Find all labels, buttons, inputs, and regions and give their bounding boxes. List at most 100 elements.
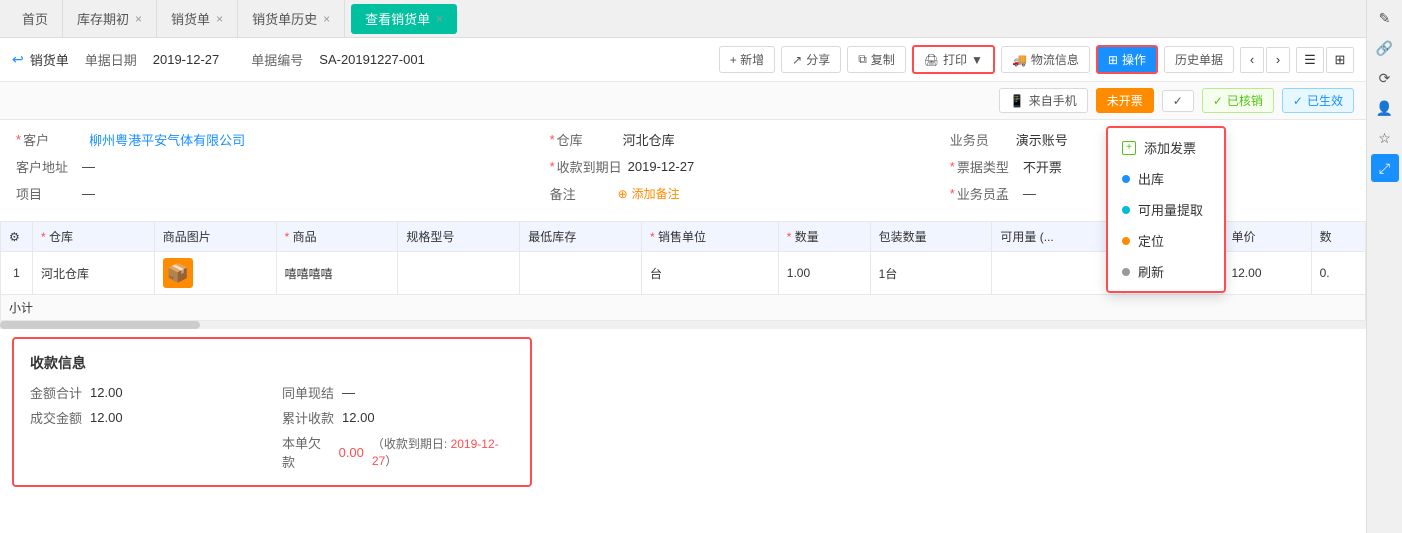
same-order-settle-label: 同单现结 [282,383,334,402]
sidebar-star-button[interactable]: ☆ [1371,124,1399,152]
history-button[interactable]: 历史单据 [1164,46,1234,73]
row-quantity: 1.00 [778,252,870,295]
subtotal-row: 小计 [1,295,1366,321]
col-min-stock: 最低库存 [520,222,642,252]
out-warehouse-label: 出库 [1138,169,1164,188]
secondary-toolbar: 📱 来自手机 未开票 ✓ ✓ 已核销 ✓ 已生效 [0,82,1366,120]
operations-button[interactable]: ⊞ 操作 [1096,45,1158,74]
doc-type-icon: ↩ [12,51,24,68]
col-warehouse: * 仓库 [33,222,155,252]
row-amount: 0. [1311,252,1365,295]
print-dropdown-arrow: ▼ [971,53,983,67]
check-circle-icon2: ✓ [1293,94,1303,108]
toolbar: ↩ 销货单 单据日期 2019-12-27 单据编号 SA-20191227-0… [0,38,1366,82]
share-icon: ↗ [792,53,802,67]
tab-inventory-close[interactable]: × [135,12,142,26]
row-product: 嘻嘻嘻嘻 [276,252,398,295]
row-min-stock [520,252,642,295]
summary-title: 收款信息 [30,353,514,373]
new-button[interactable]: + 新增 [719,46,775,73]
order-owed-row: 本单欠款 0.00 （收款到期日: 2019-12-27） [282,433,514,471]
check-button[interactable]: ✓ [1162,90,1194,112]
warehouse-value: 河北仓库 [623,130,675,149]
number-value: SA-20191227-001 [319,52,425,67]
share-button[interactable]: ↗ 分享 [781,46,841,73]
out-warehouse-item[interactable]: 出库 [1108,163,1224,194]
add-invoice-item[interactable]: + 添加发票 [1108,132,1224,163]
row-warehouse: 河北仓库 [33,252,155,295]
operations-dropdown: + 添加发票 出库 可用量提取 定位 刷新 [1106,126,1226,293]
right-sidebar: ✎ 🔗 ⟳ 👤 ☆ ⤢ [1366,0,1402,533]
doc-type: ↩ 销货单 [12,50,69,69]
plus-icon: ⊕ [618,187,628,201]
order-owed-label: 本单欠款 [282,433,331,471]
row-unit-price: 12.00 [1223,252,1311,295]
address-value: — [82,159,95,174]
subtotal-label: 小计 [9,301,33,315]
tab-view-sales-close[interactable]: × [436,12,443,26]
required-star: * [16,132,21,147]
customer-field: * 客户 柳州粤港平安气体有限公司 [16,130,550,149]
list-view-button[interactable]: ☰ [1296,47,1324,73]
product-image: 📦 [163,258,193,288]
sidebar-sync-button[interactable]: ⟳ [1371,64,1399,92]
deal-amount-row: 成交金额 12.00 [30,408,262,427]
deal-amount-value: 12.00 [90,410,123,425]
prev-arrow[interactable]: ‹ [1240,47,1264,73]
col-spec: 规格型号 [398,222,520,252]
available-qty-item[interactable]: 可用量提取 [1108,194,1224,225]
not-open-button[interactable]: 未开票 [1096,88,1154,113]
add-remark-button[interactable]: ⊕ 添加备注 [618,185,680,202]
sold-badge: ✓ 已核销 [1202,88,1274,113]
sidebar-link-button[interactable]: 🔗 [1371,34,1399,62]
tab-bar: 首页 库存期初 × 销货单 × 销货单历史 × 查看销货单 × × [0,0,1402,38]
refresh-icon [1122,268,1130,276]
address-field: 客户地址 — [16,157,550,176]
amount-total-value: 12.00 [90,385,123,400]
refresh-item[interactable]: 刷新 [1108,256,1224,287]
cumulative-payment-value: 12.00 [342,410,375,425]
copy-button[interactable]: ⧉ 复制 [847,46,906,73]
tab-sales-order-close[interactable]: × [216,12,223,26]
effective-badge: ✓ 已生效 [1282,88,1354,113]
print-button[interactable]: 🖨 打印 ▼ [912,45,995,74]
col-unit: * 销售单位 [641,222,778,252]
tab-home[interactable]: 首页 [8,0,63,38]
sidebar-expand-button[interactable]: ⤢ [1371,154,1399,182]
print-icon: 🖨 [924,53,939,67]
tab-sales-history[interactable]: 销货单历史 × [238,0,345,38]
view-toggle: ☰ ⊞ [1296,47,1354,73]
tab-sales-history-close[interactable]: × [323,12,330,26]
row-available [992,252,1124,295]
row-product-img: 📦 [154,252,276,295]
summary-grid: 金额合计 12.00 同单现结 — 成交金额 12.00 累计收款 12.00 … [30,383,514,471]
customer-value[interactable]: 柳州粤港平安气体有限公司 [89,130,245,149]
truck-icon: 🚚 [1012,53,1027,67]
grid-icon: ⊞ [1108,53,1118,67]
due-date-note: （收款到期日: 2019-12-27） [372,435,514,469]
check-circle-icon: ✓ [1213,94,1223,108]
summary-panel: 收款信息 金额合计 12.00 同单现结 — 成交金额 12.00 累计收款 1… [12,337,532,487]
locate-icon [1122,237,1130,245]
col-settings[interactable]: ⚙ [1,222,33,252]
row-pkg-qty: 1台 [870,252,992,295]
next-arrow[interactable]: › [1266,47,1290,73]
locate-item[interactable]: 定位 [1108,225,1224,256]
tab-sales-order[interactable]: 销货单 × [157,0,238,38]
out-warehouse-icon [1122,175,1130,183]
row-index: 1 [1,252,33,295]
col-unit-price: 单价 [1223,222,1311,252]
date-label: 单据日期 [85,50,137,69]
sidebar-user-button[interactable]: 👤 [1371,94,1399,122]
employee-value: 演示账号 [1016,130,1068,149]
nav-arrows: ‹ › [1240,47,1290,73]
add-invoice-label: 添加发票 [1144,138,1196,157]
tab-inventory[interactable]: 库存期初 × [63,0,157,38]
row-spec [398,252,520,295]
phone-button[interactable]: 📱 来自手机 [999,88,1088,113]
tab-view-sales[interactable]: 查看销货单 × [351,4,457,34]
sidebar-edit-button[interactable]: ✎ [1371,4,1399,32]
logistics-button[interactable]: 🚚 物流信息 [1001,46,1090,73]
phone-icon: 📱 [1010,94,1025,108]
grid-view-button[interactable]: ⊞ [1326,47,1354,73]
